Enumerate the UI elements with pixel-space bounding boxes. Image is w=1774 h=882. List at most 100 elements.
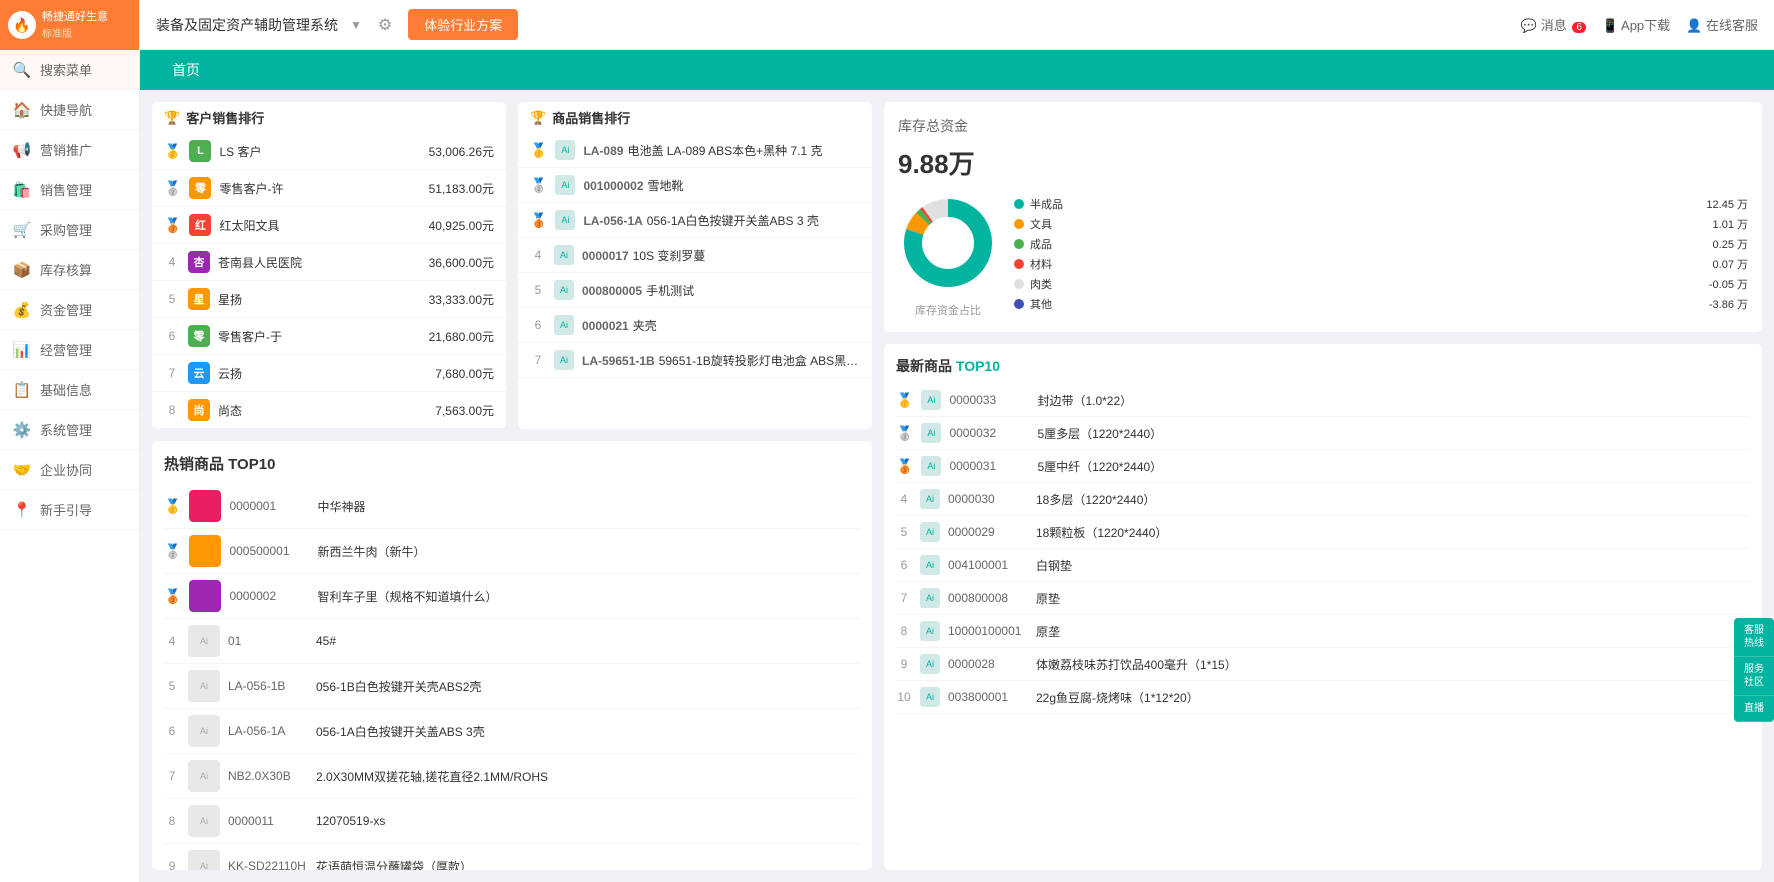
customer-rank-item[interactable]: 🥈 零 零售客户-许 51,183.00元 <box>152 170 506 207</box>
hot-goods-item[interactable]: 🥈 000500001 新西兰牛肉（新牛） <box>164 529 860 574</box>
goods-rank-item[interactable]: 7 Ai LA-59651-1B59651-1B旋转投影灯电池盒 ABS黑色+5… <box>518 343 872 378</box>
sidebar-item-quicknav[interactable]: 🏠 快捷导航 <box>0 90 139 130</box>
goods-rank-item[interactable]: 6 Ai 0000021夹壳 <box>518 308 872 343</box>
hot-goods-item[interactable]: 🥉 0000002 智利车子里（规格不知道填什么） <box>164 574 860 619</box>
sidebar-item-inventory[interactable]: 📦 库存核算 <box>0 250 139 290</box>
customer-avatar: 尚 <box>188 399 210 421</box>
new-goods-item[interactable]: 🥇 Ai 0000033 封边带（1.0*22） <box>896 384 1750 417</box>
customer-rank-item[interactable]: 🥇 L LS 客户 53,006.26元 <box>152 133 506 170</box>
goods-rank-icon: Ai <box>554 280 574 300</box>
hot-goods-item[interactable]: 5 Ai LA-056-1B 056-1B白色按键开关壳ABS2壳 <box>164 664 860 709</box>
sidebar-item-operations[interactable]: 📊 经营管理 <box>0 330 139 370</box>
sidebar-label-marketing: 营销推广 <box>40 140 92 159</box>
sidebar-item-purchase[interactable]: 🛒 采购管理 <box>0 210 139 250</box>
customer-rank-item[interactable]: 8 尚 尚态 7,563.00元 <box>152 392 506 429</box>
sidebar-item-finance[interactable]: 💰 资金管理 <box>0 290 139 330</box>
hot-goods-item[interactable]: 6 Ai LA-056-1A 056-1A白色按键开关盖ABS 3壳 <box>164 709 860 754</box>
customer-name: 红太阳文具 <box>219 217 420 234</box>
sidebar-item-search[interactable]: 🔍 搜索菜单 <box>0 50 139 90</box>
online-service-label: 在线客服 <box>1706 18 1758 33</box>
customer-rank-item[interactable]: 5 星 星扬 33,333.00元 <box>152 281 506 318</box>
customer-rank-item[interactable]: 4 杏 苍南县人民医院 36,600.00元 <box>152 244 506 281</box>
sidebar-item-newbie[interactable]: 📍 新手引导 <box>0 490 139 530</box>
goods-rank-panel: 🏆商品销售排行 🥇 Ai LA-089电池盖 LA-089 ABS本色+黑种 7… <box>518 102 872 429</box>
float-btn-service[interactable]: 客服热线 <box>1734 618 1774 657</box>
new-goods-icon: Ai <box>920 522 940 542</box>
sidebar-label-newbie: 新手引导 <box>40 500 92 519</box>
new-goods-item[interactable]: 4 Ai 0000030 18多层（1220*2440） <box>896 483 1750 516</box>
new-goods-item[interactable]: 8 Ai 10000100001 原垄 <box>896 615 1750 648</box>
sidebar-item-sales[interactable]: 🛍️ 销售管理 <box>0 170 139 210</box>
hot-goods-code: 0000002 <box>229 589 309 603</box>
trial-btn[interactable]: 体验行业方案 <box>408 9 518 40</box>
goods-rank-name: LA-089电池盖 LA-089 ABS本色+黑种 7.1 克 <box>583 142 860 159</box>
settings-icon[interactable]: ⚙ <box>378 15 392 35</box>
customer-name: 苍南县人民医院 <box>218 254 421 271</box>
system-dropdown-btn[interactable]: ▼ <box>350 18 362 32</box>
legend-item: 材料 0.07 万 <box>1014 256 1748 272</box>
hot-goods-image: Ai <box>188 805 220 837</box>
customer-value: 40,925.00元 <box>429 217 494 234</box>
sidebar-item-marketing[interactable]: 📢 营销推广 <box>0 130 139 170</box>
customer-name: 星扬 <box>218 291 421 308</box>
goods-rank-icon: Ai <box>554 350 574 370</box>
new-goods-code: 10000100001 <box>948 624 1028 638</box>
app-logo: 🔥 畅捷通好生意 标准版 <box>0 0 139 50</box>
new-goods-item[interactable]: 6 Ai 004100001 白钢垫 <box>896 549 1750 582</box>
hot-goods-code: LA-056-1A <box>228 724 308 738</box>
hot-goods-name: 2.0X30MM双搓花轴,搓花直径2.1MM/ROHS <box>316 768 860 785</box>
goods-rank-item[interactable]: 🥉 Ai LA-056-1A056-1A白色按键开关盖ABS 3 壳 <box>518 203 872 238</box>
legend-item: 其他 -3.86 万 <box>1014 296 1748 312</box>
new-goods-item[interactable]: 5 Ai 0000029 18颗粒板（1220*2440） <box>896 516 1750 549</box>
message-btn[interactable]: 💬 消息 6 <box>1521 15 1586 34</box>
nav-home[interactable]: 首页 <box>156 50 216 90</box>
float-btn-community[interactable]: 服务社区 <box>1734 657 1774 696</box>
sidebar-item-system[interactable]: ⚙️ 系统管理 <box>0 410 139 450</box>
sidebar-label-basic-info: 基础信息 <box>40 380 92 399</box>
hot-goods-item[interactable]: 🥇 0000001 中华神器 <box>164 484 860 529</box>
goods-rank-item[interactable]: 🥇 Ai LA-089电池盖 LA-089 ABS本色+黑种 7.1 克 <box>518 133 872 168</box>
legend-name: 成品 <box>1030 236 1707 252</box>
new-goods-name: 5厘中纤（1220*2440） <box>1037 458 1750 475</box>
new-goods-icon: Ai <box>920 555 940 575</box>
customer-rank-title: 客户销售排行 <box>186 108 264 127</box>
hot-goods-item[interactable]: 8 Ai 0000011 12070519-xs <box>164 799 860 844</box>
float-btn-live[interactable]: 直播 <box>1734 696 1774 722</box>
goods-rank-item[interactable]: 5 Ai 000800005手机测试 <box>518 273 872 308</box>
customer-rank-item[interactable]: 7 云 云扬 7,680.00元 <box>152 355 506 392</box>
sidebar-item-cooperation[interactable]: 🤝 企业协同 <box>0 450 139 490</box>
sidebar-label-search: 搜索菜单 <box>40 60 92 79</box>
newbie-icon: 📍 <box>12 501 32 519</box>
customer-rank-item[interactable]: 6 零 零售客户-于 21,680.00元 <box>152 318 506 355</box>
new-goods-item[interactable]: 7 Ai 000800008 原垫 <box>896 582 1750 615</box>
customer-name: 零售客户-于 <box>218 328 421 345</box>
hot-goods-item[interactable]: 7 Ai NB2.0X30B 2.0X30MM双搓花轴,搓花直径2.1MM/RO… <box>164 754 860 799</box>
customer-rank-item[interactable]: 🥉 红 红太阳文具 40,925.00元 <box>152 207 506 244</box>
customer-avatar: 星 <box>188 288 210 310</box>
customer-avatar: 杏 <box>188 251 210 273</box>
goods-rank-icon: Ai <box>554 315 574 335</box>
legend-val: -3.86 万 <box>1709 296 1748 312</box>
app-download-btn[interactable]: 📱 App下载 <box>1602 15 1670 34</box>
hot-goods-code: KK-SD22110H <box>228 859 308 870</box>
hot-goods-item[interactable]: 9 Ai KK-SD22110H 花语萌恒温分蘸罐袋（厚款） <box>164 844 860 870</box>
new-goods-item[interactable]: 10 Ai 003800001 22g鱼豆腐-烧烤味（1*12*20） <box>896 681 1750 714</box>
hot-goods-image: Ai <box>188 760 220 792</box>
customer-avatar: 云 <box>188 362 210 384</box>
legend-dot <box>1014 199 1024 209</box>
legend-val: 12.45 万 <box>1706 196 1748 212</box>
goods-rank-item[interactable]: 🥈 Ai 001000002雪地靴 <box>518 168 872 203</box>
new-goods-icon: Ai <box>921 423 941 443</box>
sales-icon: 🛍️ <box>12 181 32 199</box>
hot-goods-item[interactable]: 4 Ai 01 45# <box>164 619 860 664</box>
new-goods-item[interactable]: 9 Ai 0000028 体嫩荔枝味苏打饮品400毫升（1*15） <box>896 648 1750 681</box>
operations-icon: 📊 <box>12 341 32 359</box>
new-goods-item[interactable]: 🥈 Ai 0000032 5厘多层（1220*2440） <box>896 417 1750 450</box>
sidebar-item-basic-info[interactable]: 📋 基础信息 <box>0 370 139 410</box>
new-goods-name: 白钢垫 <box>1036 557 1750 574</box>
goods-rank-name: 000800005手机测试 <box>582 282 860 299</box>
goods-rank-item[interactable]: 4 Ai 000001710S 变刹罗蔓 <box>518 238 872 273</box>
hot-goods-code: LA-056-1B <box>228 679 308 693</box>
new-goods-item[interactable]: 🥉 Ai 0000031 5厘中纤（1220*2440） <box>896 450 1750 483</box>
online-service-btn[interactable]: 👤 在线客服 <box>1686 15 1758 34</box>
